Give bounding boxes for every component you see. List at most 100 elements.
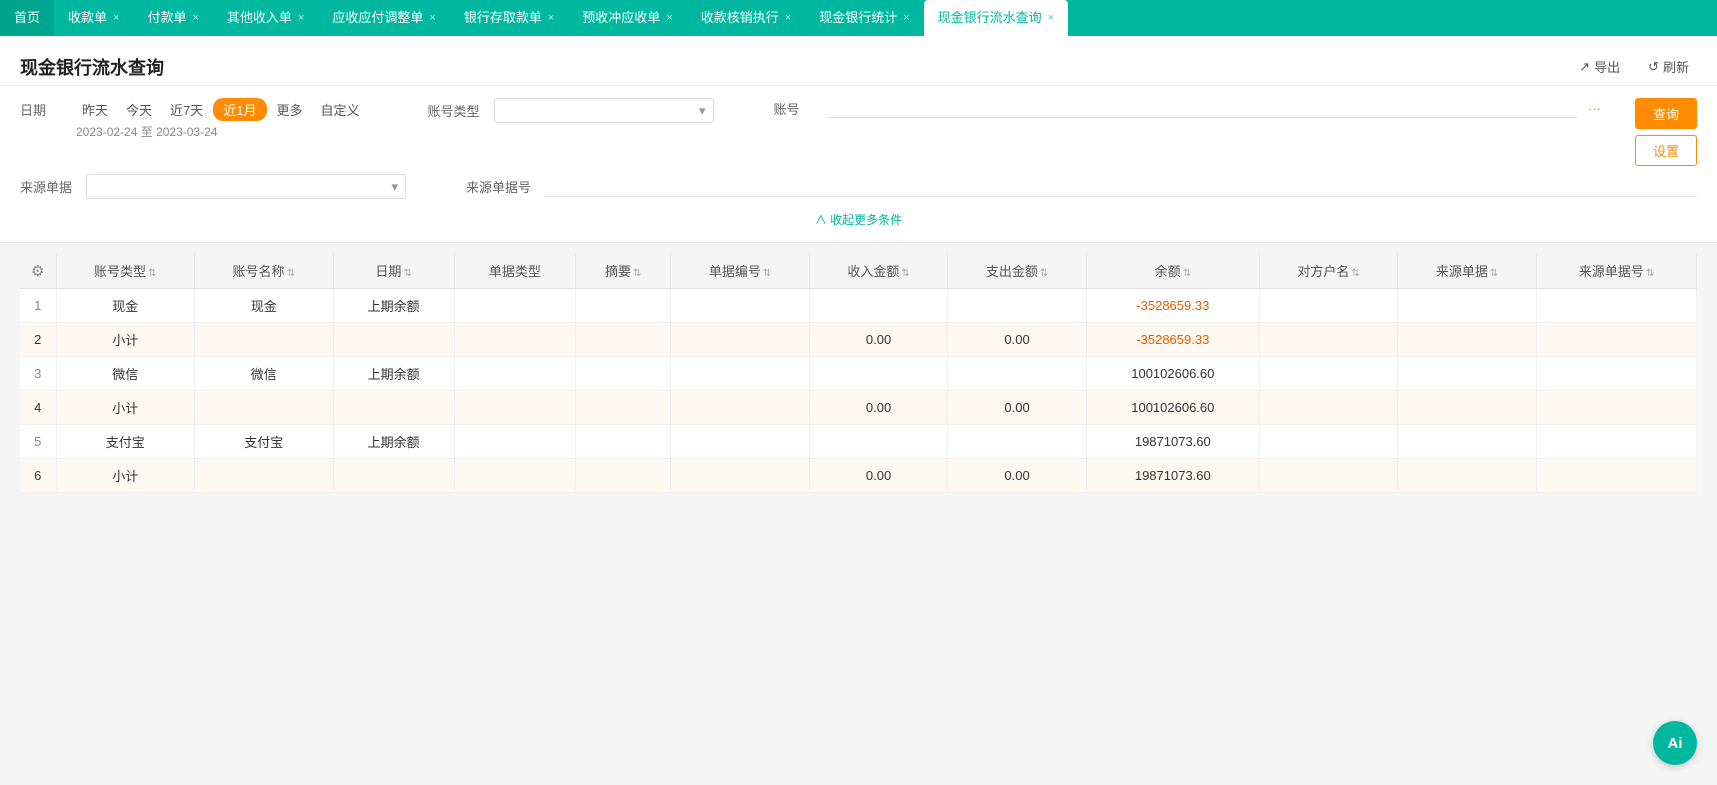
cell-income: 0.00 — [809, 323, 948, 357]
account-input[interactable] — [828, 98, 1578, 118]
settings-button[interactable]: 设置 — [1635, 135, 1697, 166]
sort-icon: ⇅ — [901, 268, 909, 279]
date-more[interactable]: 更多 — [269, 98, 311, 121]
column-expense[interactable]: 支出金额⇅ — [948, 253, 1087, 289]
cell-balance: -3528659.33 — [1086, 323, 1259, 357]
table-area: ⚙ 账号类型⇅ 账号名称⇅ 日期⇅ 单据类型 摘要⇅ 单据编号⇅ — [0, 243, 1717, 503]
account-type-label: 账号类型 — [428, 101, 480, 120]
nav-collection[interactable]: 收款核销执行 × — [687, 0, 805, 36]
cell-account-name — [195, 391, 334, 425]
source-doc-select[interactable] — [86, 174, 406, 199]
column-account-type[interactable]: 账号类型⇅ — [56, 253, 195, 289]
date-yesterday[interactable]: 昨天 — [74, 98, 116, 121]
account-type-select[interactable] — [494, 98, 714, 123]
header-actions: ↗ 导出 ↺ 刷新 — [1571, 53, 1697, 80]
column-account-name[interactable]: 账号名称⇅ — [195, 253, 334, 289]
cell-expense: 0.00 — [948, 323, 1087, 357]
date-custom[interactable]: 自定义 — [313, 98, 368, 121]
cell-source-doc — [1398, 289, 1537, 323]
close-icon[interactable]: × — [548, 0, 554, 36]
row-number: 6 — [20, 459, 56, 493]
filter-area: 日期 昨天 今天 近7天 近1月 更多 自定义 2023-02-24 至 202… — [0, 86, 1717, 243]
column-source-doc[interactable]: 来源单据⇅ — [1398, 253, 1537, 289]
cell-account-type: 微信 — [56, 357, 195, 391]
cell-date — [333, 391, 454, 425]
cell-account-type: 小计 — [56, 391, 195, 425]
cell-summary — [576, 289, 671, 323]
cell-source-doc-num — [1536, 459, 1696, 493]
sort-icon: ⇅ — [763, 268, 771, 279]
column-doc-type[interactable]: 单据类型 — [454, 253, 575, 289]
date-7days[interactable]: 近7天 — [162, 98, 211, 121]
gear-icon[interactable]: ⚙ — [31, 263, 44, 280]
cell-source-doc-num — [1536, 425, 1696, 459]
table-row: 5支付宝支付宝上期余额19871073.60 — [20, 425, 1697, 459]
close-icon[interactable]: × — [298, 0, 304, 36]
sort-icon: ⇅ — [403, 268, 411, 279]
cell-date: 上期余额 — [333, 289, 454, 323]
close-icon[interactable]: × — [666, 0, 672, 36]
source-doc-label: 来源单据 — [20, 177, 72, 196]
cell-account-name: 支付宝 — [195, 425, 334, 459]
nav-cash-flow[interactable]: 现金银行流水查询 × — [924, 0, 1068, 36]
page-header: 现金银行流水查询 ↗ 导出 ↺ 刷新 — [0, 36, 1717, 86]
cell-counterpart — [1259, 391, 1398, 425]
nav-receipt[interactable]: 收款单 × — [54, 0, 133, 36]
cell-income: 0.00 — [809, 459, 948, 493]
cell-counterpart — [1259, 357, 1398, 391]
column-balance[interactable]: 余额⇅ — [1086, 253, 1259, 289]
column-date[interactable]: 日期⇅ — [333, 253, 454, 289]
cell-expense — [948, 289, 1087, 323]
cell-summary — [576, 459, 671, 493]
collapse-bar[interactable]: ∧ 收起更多条件 — [20, 205, 1697, 232]
cell-source-doc — [1398, 323, 1537, 357]
close-icon[interactable]: × — [113, 0, 119, 36]
nav-bank-deposit[interactable]: 银行存取款单 × — [450, 0, 568, 36]
cell-doc-type — [454, 459, 575, 493]
cell-counterpart — [1259, 323, 1398, 357]
account-dots-button[interactable]: ··· — [1584, 99, 1605, 118]
date-1month[interactable]: 近1月 — [213, 98, 266, 121]
nav-cash-stats[interactable]: 现金银行统计 × — [805, 0, 923, 36]
row-number: 5 — [20, 425, 56, 459]
nav-adjustment[interactable]: 应收应付调整单 × — [318, 0, 449, 36]
date-options: 昨天 今天 近7天 近1月 更多 自定义 — [74, 98, 368, 121]
column-source-doc-num[interactable]: 来源单据号⇅ — [1536, 253, 1696, 289]
cell-account-name — [195, 323, 334, 357]
refresh-button[interactable]: ↺ 刷新 — [1640, 53, 1697, 80]
ai-button[interactable]: Ai — [1653, 721, 1697, 765]
column-summary[interactable]: 摘要⇅ — [576, 253, 671, 289]
date-today[interactable]: 今天 — [118, 98, 160, 121]
nav-home[interactable]: 首页 — [0, 0, 54, 36]
cell-doc-type — [454, 425, 575, 459]
account-type-select-wrapper — [494, 98, 714, 123]
nav-other-income[interactable]: 其他收入单 × — [213, 0, 318, 36]
data-table: ⚙ 账号类型⇅ 账号名称⇅ 日期⇅ 单据类型 摘要⇅ 单据编号⇅ — [20, 253, 1697, 493]
source-doc-num-input[interactable] — [545, 177, 1697, 197]
close-icon[interactable]: × — [192, 0, 198, 36]
cell-expense: 0.00 — [948, 391, 1087, 425]
date-range-display: 2023-02-24 至 2023-03-24 — [76, 125, 217, 139]
column-income[interactable]: 收入金额⇅ — [809, 253, 948, 289]
nav-prepay[interactable]: 预收冲应收单 × — [568, 0, 686, 36]
column-gear[interactable]: ⚙ — [20, 253, 56, 289]
close-icon[interactable]: × — [1048, 0, 1054, 36]
source-doc-select-wrapper — [86, 174, 406, 199]
close-icon[interactable]: × — [785, 0, 791, 36]
cell-income: 0.00 — [809, 391, 948, 425]
nav-payment[interactable]: 付款单 × — [133, 0, 212, 36]
close-icon[interactable]: × — [903, 0, 909, 36]
close-icon[interactable]: × — [429, 0, 435, 36]
column-counterpart[interactable]: 对方户名⇅ — [1259, 253, 1398, 289]
sort-icon: ⇅ — [1040, 268, 1048, 279]
cell-expense: 0.00 — [948, 459, 1087, 493]
export-button[interactable]: ↗ 导出 — [1571, 53, 1628, 80]
sort-icon: ⇅ — [1351, 268, 1359, 279]
cell-account-type: 现金 — [56, 289, 195, 323]
query-button[interactable]: 查询 — [1635, 98, 1697, 129]
cell-account-name — [195, 459, 334, 493]
cell-source-doc — [1398, 357, 1537, 391]
cell-account-type: 小计 — [56, 323, 195, 357]
sort-icon: ⇅ — [148, 268, 156, 279]
column-doc-num[interactable]: 单据编号⇅ — [671, 253, 810, 289]
